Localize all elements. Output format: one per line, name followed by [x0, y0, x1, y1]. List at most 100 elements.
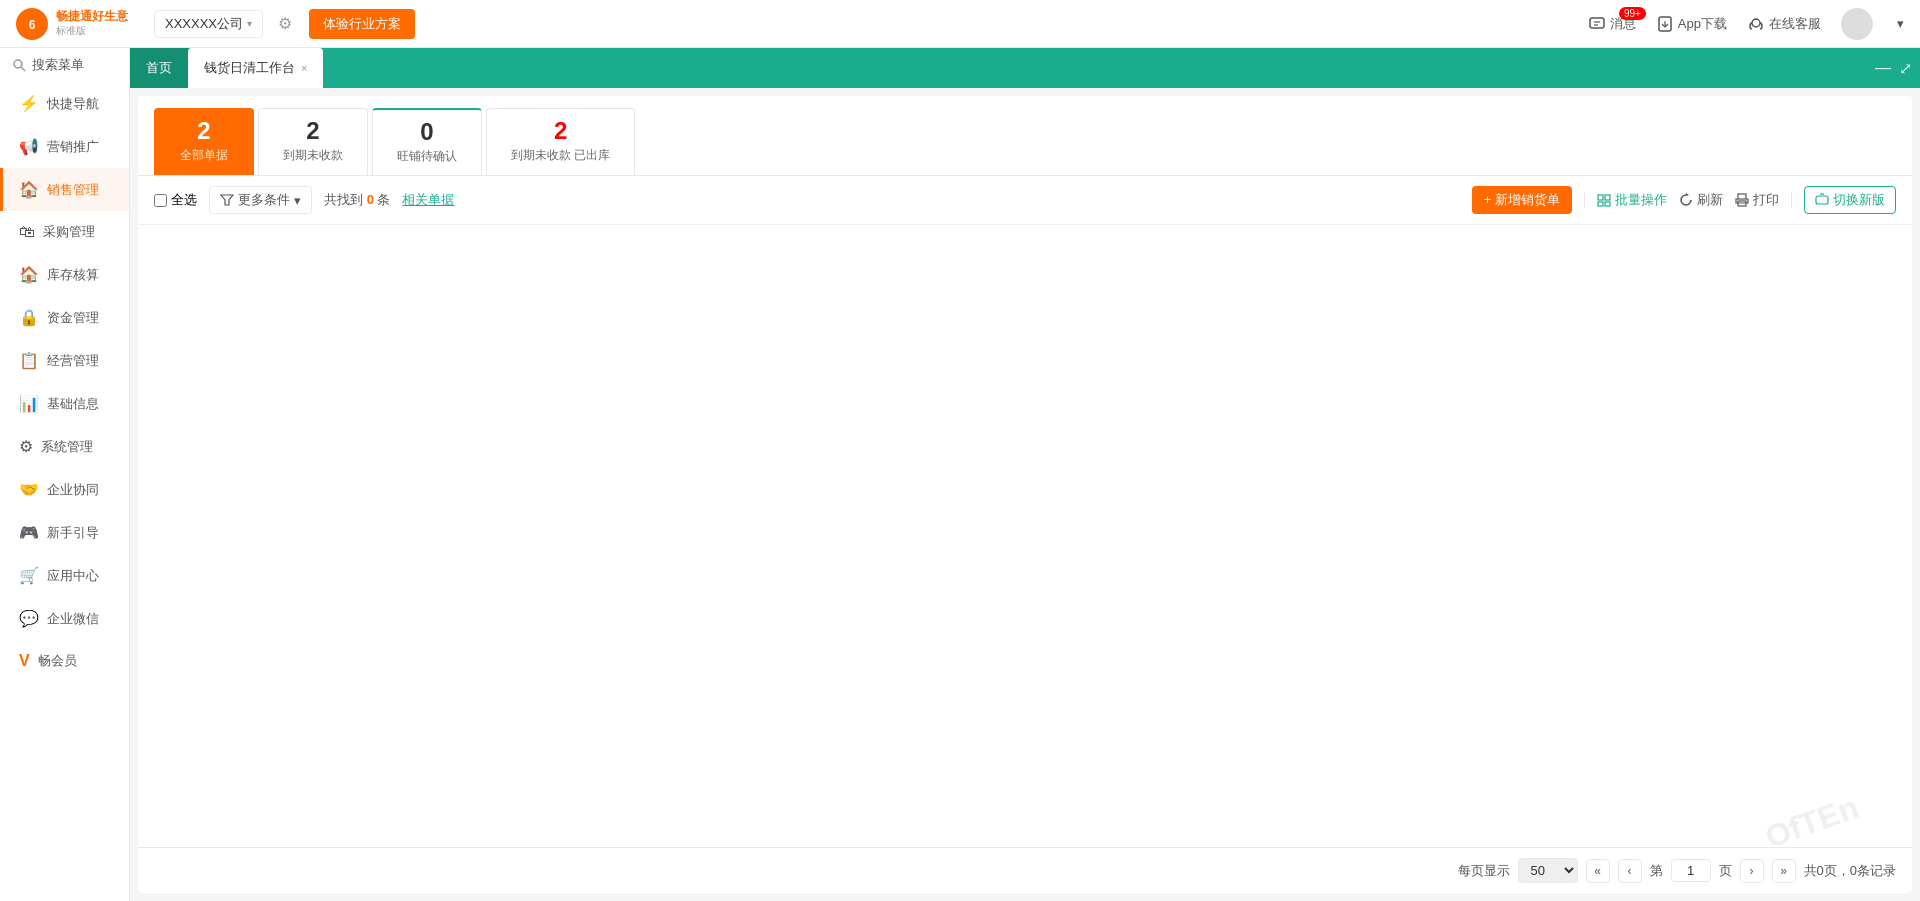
dropdown-arrow-icon: ▾ [247, 18, 252, 29]
next-page-button[interactable]: › [1740, 859, 1764, 883]
settings-icon[interactable]: ⚙ [271, 10, 299, 38]
sidebar-label-basic-info: 基础信息 [47, 395, 99, 413]
filter-icon [220, 193, 234, 207]
select-all-checkbox[interactable]: 全选 [154, 191, 197, 209]
stat-label-all: 全部单据 [180, 147, 228, 164]
stat-tab-all[interactable]: 2 全部单据 [154, 108, 254, 175]
per-page-select[interactable]: 50 10 20 100 [1518, 858, 1578, 883]
message-icon [1588, 15, 1606, 33]
stat-label-overdue: 到期未收款 [283, 147, 343, 164]
sidebar-item-member[interactable]: V 畅会员 [0, 640, 129, 682]
batch-icon [1597, 193, 1611, 207]
filter-dropdown-icon: ▾ [294, 193, 301, 208]
sidebar-item-guide[interactable]: 🎮 新手引导 [0, 511, 129, 554]
stat-tab-overdue[interactable]: 2 到期未收款 [258, 108, 368, 175]
tab-workbench-label: 钱货日清工作台 [204, 59, 295, 77]
per-page-label: 每页显示 [1458, 862, 1510, 880]
refresh-button[interactable]: 刷新 [1679, 191, 1723, 209]
stat-tab-overdue-shipped[interactable]: 2 到期未收款 已出库 [486, 108, 635, 175]
sidebar-label-inventory: 库存核算 [47, 266, 99, 284]
user-name-area[interactable]: ▾ [1893, 16, 1904, 31]
nav-tabs-bar: 首页 钱货日清工作台 × — ⤢ [130, 48, 1920, 88]
print-button[interactable]: 打印 [1735, 191, 1779, 209]
sidebar-item-system[interactable]: ⚙ 系统管理 [0, 425, 129, 468]
toolbar-right: + 新增销货单 批量操作 刷新 打印 切换新版 [1472, 186, 1896, 214]
avatar[interactable] [1841, 8, 1873, 40]
divider-1 [1584, 192, 1585, 208]
company-selector[interactable]: XXXXXX公司 ▾ [154, 10, 263, 38]
select-all-label: 全选 [171, 191, 197, 209]
top-header: 6 畅捷通好生意 标准版 XXXXXX公司 ▾ ⚙ 体验行业方案 消息 99+ … [0, 0, 1920, 48]
prev-page-button[interactable]: ‹ [1618, 859, 1642, 883]
trial-button[interactable]: 体验行业方案 [309, 9, 415, 39]
app-name: 畅捷通好生意 [56, 9, 128, 23]
sales-icon: 🏠 [19, 180, 39, 199]
nav-tab-spacer: — ⤢ [1875, 48, 1920, 88]
batch-btn-label: 批量操作 [1615, 191, 1667, 209]
stat-num-overdue-shipped: 2 [554, 117, 567, 145]
app-download-item[interactable]: App下载 [1656, 15, 1727, 33]
sidebar-item-quick-nav[interactable]: ⚡ 快捷导航 [0, 82, 129, 125]
svg-text:6: 6 [29, 18, 36, 32]
svg-point-8 [14, 60, 22, 68]
sidebar-item-sales[interactable]: 🏠 销售管理 [0, 168, 129, 211]
search-menu[interactable]: 搜索菜单 [0, 48, 129, 82]
sidebar-item-inventory[interactable]: 🏠 库存核算 [0, 253, 129, 296]
select-all-input[interactable] [154, 194, 167, 207]
svg-rect-17 [1816, 196, 1828, 204]
messages-item[interactable]: 消息 99+ [1588, 15, 1636, 33]
sidebar-item-basic-info[interactable]: 📊 基础信息 [0, 382, 129, 425]
sidebar-item-operations[interactable]: 📋 经营管理 [0, 339, 129, 382]
sidebar-label-app-center: 应用中心 [47, 567, 99, 585]
sidebar-item-app-center[interactable]: 🛒 应用中心 [0, 554, 129, 597]
finance-icon: 🔒 [19, 308, 39, 327]
stat-num-overdue: 2 [306, 117, 319, 145]
sidebar-label-wechat: 企业微信 [47, 610, 99, 628]
stats-tabs: 2 全部单据 2 到期未收款 0 旺铺待确认 2 到期未收款 已出库 [138, 96, 1912, 176]
wechat-icon: 💬 [19, 609, 39, 628]
sidebar-item-marketing[interactable]: 📢 营销推广 [0, 125, 129, 168]
table-area [138, 225, 1912, 847]
stat-label-overdue-shipped: 到期未收款 已出库 [511, 147, 610, 164]
sidebar-item-finance[interactable]: 🔒 资金管理 [0, 296, 129, 339]
user-dropdown-icon: ▾ [1897, 16, 1904, 31]
sidebar-item-purchase[interactable]: 🛍 采购管理 [0, 211, 129, 253]
svg-line-9 [21, 67, 25, 71]
stat-num-pending: 0 [420, 118, 433, 146]
maximize-icon[interactable]: ⤢ [1899, 59, 1912, 78]
sidebar-label-enterprise: 企业协同 [47, 481, 99, 499]
logo-icon: 6 [16, 8, 48, 40]
tab-close-icon[interactable]: × [301, 62, 307, 74]
search-menu-label: 搜索菜单 [32, 56, 84, 74]
found-prefix: 共找到 [324, 192, 363, 207]
page-input[interactable] [1671, 859, 1711, 882]
headset-icon [1747, 15, 1765, 33]
svg-rect-11 [1598, 195, 1603, 200]
purchase-icon: 🛍 [19, 223, 35, 241]
online-service-item[interactable]: 在线客服 [1747, 15, 1821, 33]
tab-workbench[interactable]: 钱货日清工作台 × [188, 48, 323, 88]
last-page-button[interactable]: » [1772, 859, 1796, 883]
filter-button[interactable]: 更多条件 ▾ [209, 186, 312, 214]
related-link[interactable]: 相关单据 [402, 191, 454, 209]
header-right: 消息 99+ App下载 在线客服 ▾ [1588, 8, 1904, 40]
batch-operation-button[interactable]: 批量操作 [1597, 191, 1667, 209]
pagination-bar: 每页显示 50 10 20 100 « ‹ 第 页 › » 共0页，0条记录 [138, 847, 1912, 893]
tab-home[interactable]: 首页 [130, 48, 188, 88]
svg-rect-12 [1605, 195, 1610, 200]
stat-tab-pending[interactable]: 0 旺铺待确认 [372, 108, 482, 175]
page-label-end: 页 [1719, 862, 1732, 880]
operations-icon: 📋 [19, 351, 39, 370]
add-sales-order-button[interactable]: + 新增销货单 [1472, 186, 1572, 214]
sidebar: 搜索菜单 ⚡ 快捷导航 📢 营销推广 🏠 销售管理 🛍 采购管理 🏠 库存核算 … [0, 48, 130, 901]
refresh-icon [1679, 193, 1693, 207]
first-page-button[interactable]: « [1586, 859, 1610, 883]
sidebar-label-finance: 资金管理 [47, 309, 99, 327]
switch-new-version-button[interactable]: 切换新版 [1804, 186, 1896, 214]
content-panel: 2 全部单据 2 到期未收款 0 旺铺待确认 2 到期未收款 已出库 全选 [138, 96, 1912, 893]
inventory-icon: 🏠 [19, 265, 39, 284]
minimize-icon[interactable]: — [1875, 59, 1891, 77]
sidebar-item-enterprise[interactable]: 🤝 企业协同 [0, 468, 129, 511]
sidebar-item-wechat[interactable]: 💬 企业微信 [0, 597, 129, 640]
search-icon [12, 58, 26, 72]
